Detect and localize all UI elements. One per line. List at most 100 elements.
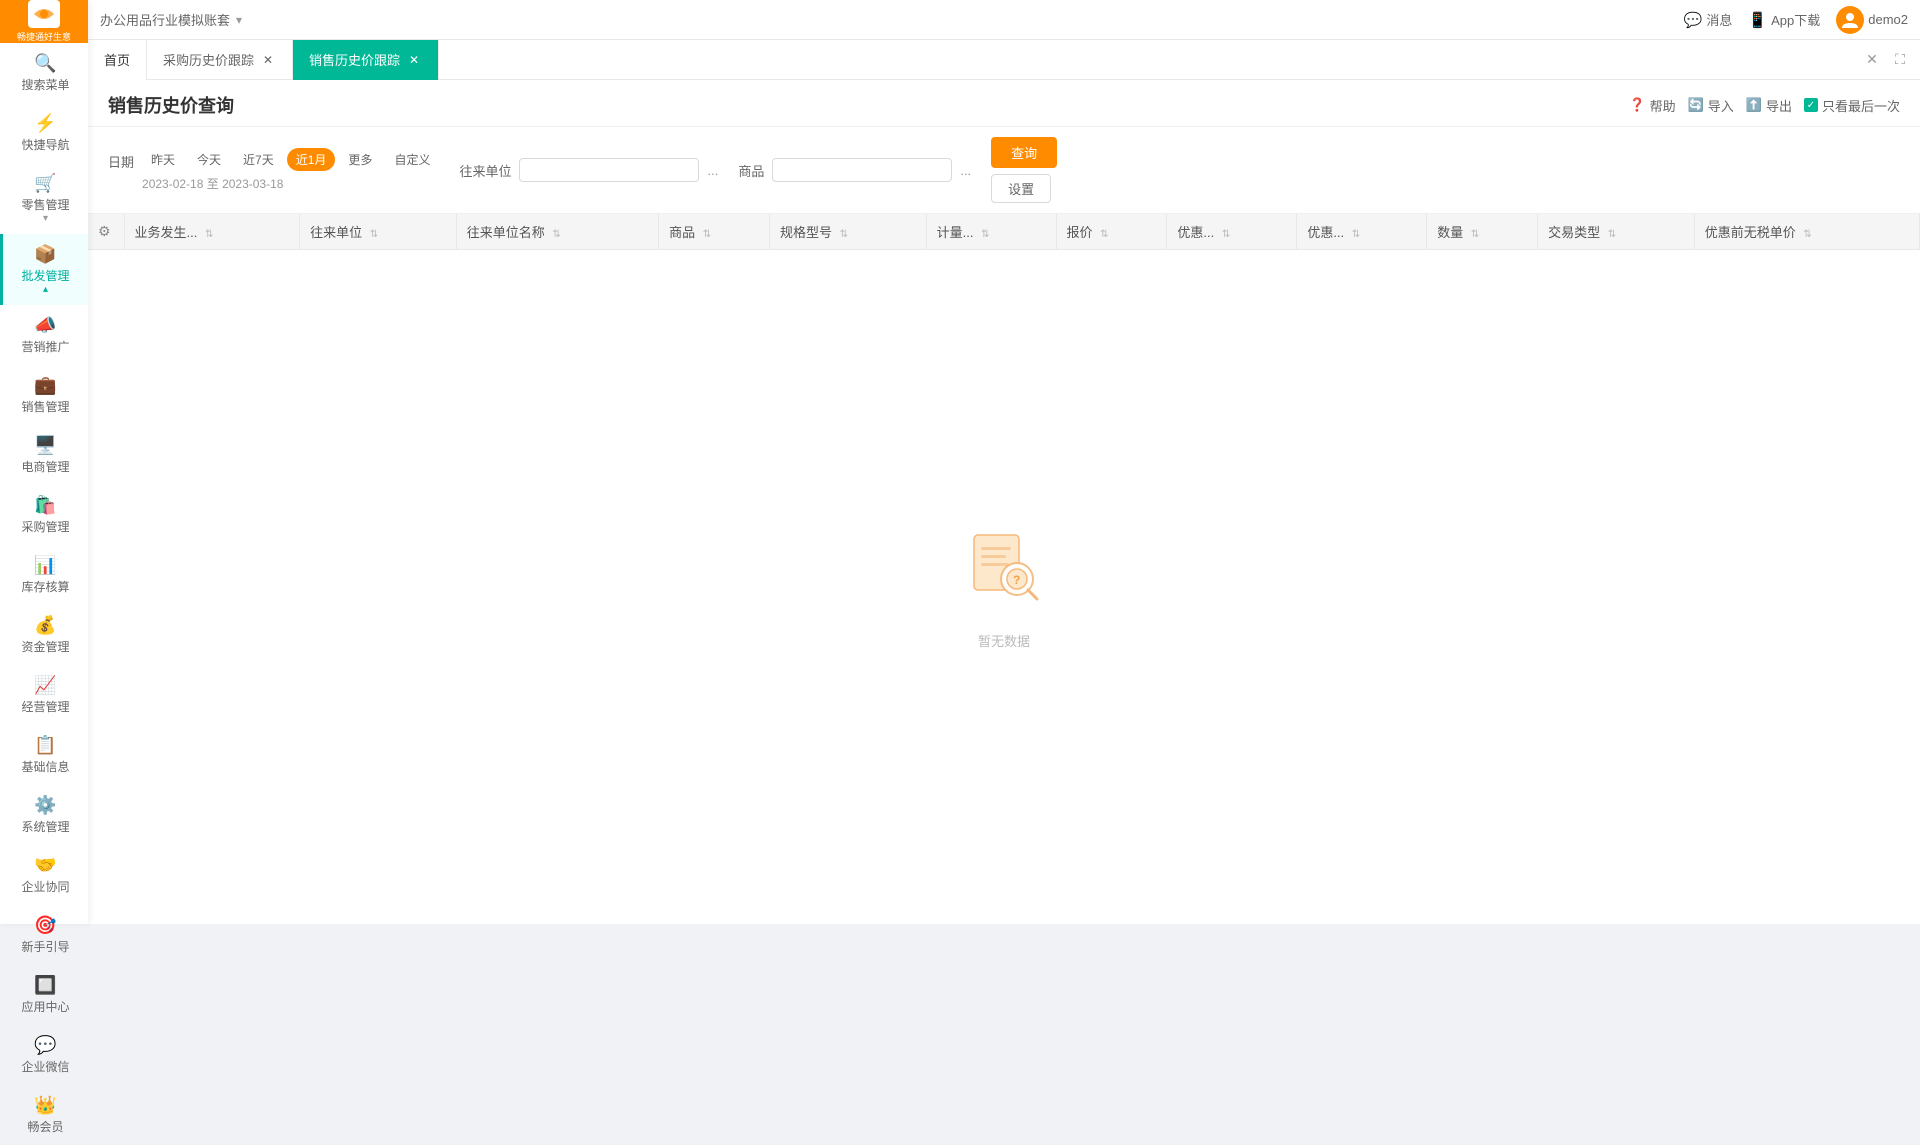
empty-text: 暂无数据 — [978, 631, 1030, 650]
sidebar-item-quick[interactable]: ⚡ 快捷导航 — [0, 103, 88, 163]
sidebar-item-marketing[interactable]: 📣 营销推广 — [0, 305, 88, 365]
sidebar-item-member[interactable]: 👑 畅会员 — [0, 1085, 88, 1145]
date-btn-today[interactable]: 今天 — [188, 148, 230, 171]
handshake-icon: 🤝 — [34, 855, 56, 876]
gear-icon: ⚙️ — [34, 795, 56, 816]
app-download-button[interactable]: 📱 App下载 — [1748, 10, 1820, 29]
table-header-row: ⚙ 业务发生... ⇅ 往来单位 ⇅ 往来单位名称 ⇅ — [88, 214, 1920, 250]
sidebar-item-label: 基础信息 — [21, 758, 69, 775]
only-last-checkbox[interactable]: ✓ 只看最后一次 — [1804, 96, 1900, 115]
table-header-unit[interactable]: 计量... ⇅ — [926, 214, 1056, 250]
dropdown-chevron-icon: ▾ — [236, 13, 242, 27]
table-header-trade-type[interactable]: 交易类型 ⇅ — [1538, 214, 1695, 250]
date-btn-custom[interactable]: 自定义 — [385, 148, 439, 171]
target-icon: 🎯 — [34, 915, 56, 936]
sidebar-item-label: 电商管理 — [21, 458, 69, 475]
sort-arrows-unit: ⇅ — [981, 229, 989, 240]
tab-sales-track[interactable]: 销售历史价跟踪 ✕ — [293, 40, 439, 80]
help-button[interactable]: ❓ 帮助 — [1629, 96, 1675, 115]
sidebar-item-search[interactable]: 🔍 搜索菜单 — [0, 43, 88, 103]
sidebar-item-label: 畅会员 — [27, 1118, 63, 1135]
sidebar-item-ecommerce[interactable]: 🖥️ 电商管理 — [0, 425, 88, 485]
date-range-text: 2023-02-18 至 2023-03-18 — [142, 175, 439, 192]
topbar: 办公用品行业模拟账套 ▾ 💬 消息 📱 App下载 demo2 — [88, 0, 1920, 40]
sidebar-item-wholesale[interactable]: 📦 批发管理 ▴ — [0, 234, 88, 305]
page-header: 销售历史价查询 ❓ 帮助 🔄 导入 ⬆️ 导出 ✓ 只看最后一次 — [88, 80, 1920, 127]
import-label: 导入 — [1708, 96, 1734, 115]
sidebar-item-purchase[interactable]: 🛍️ 采购管理 — [0, 485, 88, 545]
product-dots[interactable]: ... — [960, 163, 971, 178]
table-header-biz-date[interactable]: 业务发生... ⇅ — [124, 214, 300, 250]
query-button[interactable]: 查询 — [991, 137, 1057, 168]
sidebar-item-enterprise[interactable]: 🤝 企业协同 — [0, 845, 88, 905]
col-unit-label: 计量... — [937, 225, 974, 240]
date-btn-last7[interactable]: 近7天 — [234, 148, 283, 171]
sidebar: 畅捷通好生意 🔍 搜索菜单 ⚡ 快捷导航 🛒 零售管理 ▾ 📦 批发管理 ▴ 📣… — [0, 0, 88, 924]
sidebar-item-guide[interactable]: 🎯 新手引导 — [0, 905, 88, 965]
tab-sales-track-close[interactable]: ✕ — [406, 52, 422, 68]
monitor-icon: 🖥️ — [34, 435, 56, 456]
table-header-discount1[interactable]: 优惠... ⇅ — [1167, 214, 1297, 250]
sort-arrows-price: ⇅ — [1100, 229, 1108, 240]
tab-purchase-track-close[interactable]: ✕ — [260, 52, 276, 68]
col-partner-name-label: 往来单位名称 — [467, 225, 545, 240]
export-button[interactable]: ⬆️ 导出 — [1746, 96, 1792, 115]
sidebar-item-operation[interactable]: 📈 经营管理 — [0, 665, 88, 725]
sidebar-item-finance[interactable]: 💰 资金管理 — [0, 605, 88, 665]
tabbar-controls: ✕ ⛶ — [1852, 48, 1920, 72]
date-btn-yesterday[interactable]: 昨天 — [142, 148, 184, 171]
date-btn-last1m[interactable]: 近1月 — [287, 148, 336, 171]
col-pretax-price-label: 优惠前无税单价 — [1705, 225, 1796, 240]
col-price-label: 报价 — [1067, 225, 1093, 240]
table-header-partner-code[interactable]: 往来单位 ⇅ — [300, 214, 457, 250]
tab-purchase-track[interactable]: 采购历史价跟踪 ✕ — [147, 40, 293, 80]
import-button[interactable]: 🔄 导入 — [1688, 96, 1734, 115]
sidebar-item-wechat[interactable]: 💬 企业微信 — [0, 1025, 88, 1085]
partner-filter-group: 往来单位 ... — [459, 158, 718, 182]
tab-sales-track-label: 销售历史价跟踪 — [309, 50, 400, 69]
tab-home[interactable]: 首页 — [88, 40, 147, 80]
sidebar-item-inventory[interactable]: 📊 库存核算 — [0, 545, 88, 605]
table-header-discount2[interactable]: 优惠... ⇅ — [1297, 214, 1427, 250]
sidebar-item-system[interactable]: ⚙️ 系统管理 — [0, 785, 88, 845]
export-label: 导出 — [1766, 96, 1792, 115]
tabbar: 首页 采购历史价跟踪 ✕ 销售历史价跟踪 ✕ ✕ ⛶ — [88, 40, 1920, 80]
table-header-quantity[interactable]: 数量 ⇅ — [1427, 214, 1538, 250]
sidebar-item-label: 系统管理 — [21, 818, 69, 835]
download-icon: 📱 — [1748, 11, 1767, 29]
sidebar-item-sales[interactable]: 💼 销售管理 — [0, 365, 88, 425]
user-profile-button[interactable]: demo2 — [1836, 6, 1908, 34]
sidebar-item-basic[interactable]: 📋 基础信息 — [0, 725, 88, 785]
partner-dots[interactable]: ... — [707, 163, 718, 178]
table-header-gear[interactable]: ⚙ — [88, 214, 124, 250]
sidebar-item-label: 库存核算 — [21, 578, 69, 595]
close-window-button[interactable]: ✕ — [1860, 48, 1884, 72]
page-title: 销售历史价查询 — [108, 92, 234, 118]
briefcase-icon: 💼 — [34, 375, 56, 396]
col-quantity-label: 数量 — [1437, 225, 1463, 240]
sort-arrows-pretax-price: ⇅ — [1803, 229, 1811, 240]
settings-button[interactable]: 设置 — [991, 174, 1051, 203]
message-button[interactable]: 💬 消息 — [1684, 10, 1733, 29]
table-header-partner-name[interactable]: 往来单位名称 ⇅ — [456, 214, 658, 250]
settings-icon[interactable]: ⚙ — [98, 223, 111, 239]
partner-filter-input[interactable] — [519, 158, 699, 182]
empty-illustration: ? — [959, 525, 1049, 615]
table-header-product[interactable]: 商品 ⇅ — [659, 214, 770, 250]
col-trade-type-label: 交易类型 — [1548, 225, 1600, 240]
workspace-selector[interactable]: 办公用品行业模拟账套 ▾ — [100, 10, 1684, 29]
page-content: 销售历史价查询 ❓ 帮助 🔄 导入 ⬆️ 导出 ✓ 只看最后一次 — [88, 80, 1920, 924]
product-filter-input[interactable] — [772, 158, 952, 182]
table-header-spec[interactable]: 规格型号 ⇅ — [769, 214, 926, 250]
workspace-name: 办公用品行业模拟账套 — [100, 10, 230, 29]
table-header-price[interactable]: 报价 ⇅ — [1056, 214, 1167, 250]
chevron-down-icon: ▾ — [43, 213, 48, 224]
table-header-pretax-price[interactable]: 优惠前无税单价 ⇅ — [1694, 214, 1919, 250]
sidebar-item-appstore[interactable]: 🔲 应用中心 — [0, 965, 88, 1025]
money-icon: 💰 — [34, 615, 56, 636]
date-btn-more[interactable]: 更多 — [339, 148, 381, 171]
sidebar-item-retail[interactable]: 🛒 零售管理 ▾ — [0, 163, 88, 234]
col-product-label: 商品 — [669, 225, 695, 240]
maximize-button[interactable]: ⛶ — [1888, 48, 1912, 72]
app-logo[interactable]: 畅捷通好生意 — [0, 0, 88, 43]
